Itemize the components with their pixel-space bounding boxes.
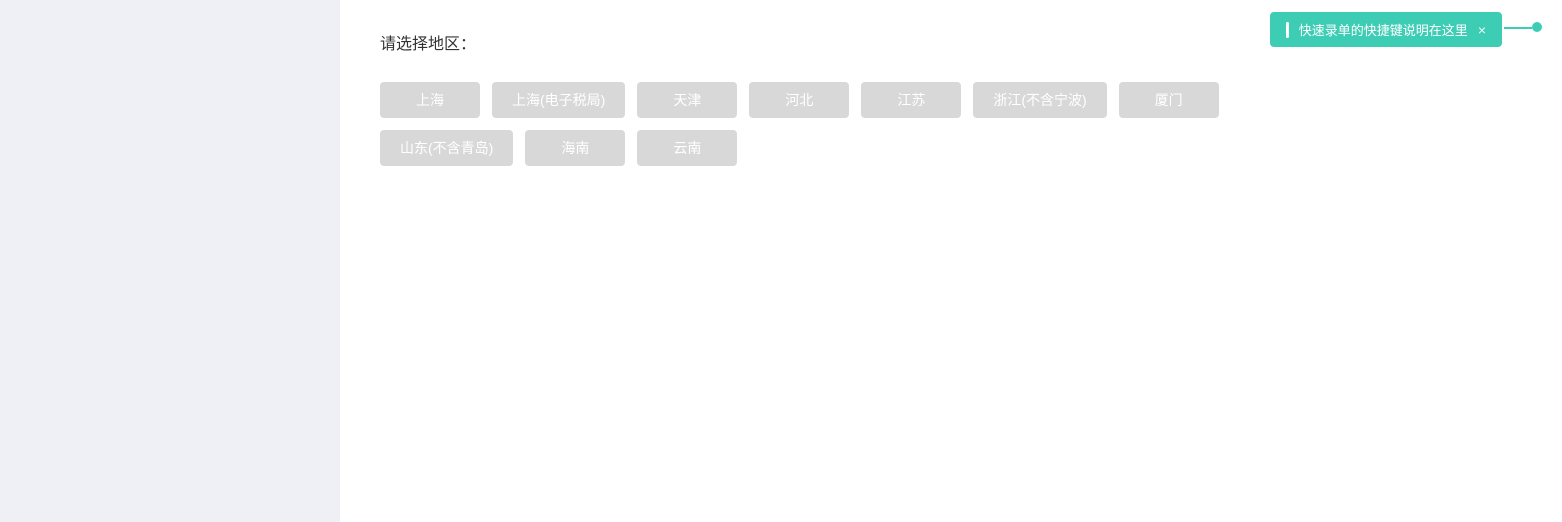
region-btn-zhejiang[interactable]: 浙江(不含宁波) (973, 82, 1106, 118)
tooltip-text: 快速录单的快捷键说明在这里 (1299, 20, 1468, 39)
main-content: 请选择地区： 上海 上海(电子税局) 天津 河北 江苏 浙江(不含宁波) 厦门 … (340, 0, 1562, 522)
tooltip-bar (1286, 22, 1289, 38)
sidebar (0, 0, 340, 522)
region-btn-shandong[interactable]: 山东(不含青岛) (380, 130, 513, 166)
region-btn-yunnan[interactable]: 云南 (637, 130, 737, 166)
region-btn-shanghai-etax[interactable]: 上海(电子税局) (492, 82, 625, 118)
region-btn-shanghai[interactable]: 上海 (380, 82, 480, 118)
tooltip-dot (1532, 22, 1542, 32)
close-icon[interactable]: × (1478, 23, 1486, 37)
region-btn-tianjin[interactable]: 天津 (637, 82, 737, 118)
region-btn-hebei[interactable]: 河北 (749, 82, 849, 118)
tooltip-connector-line (1504, 27, 1532, 29)
region-buttons-row2: 山东(不含青岛) 海南 云南 (380, 130, 1522, 166)
region-btn-jiangsu[interactable]: 江苏 (861, 82, 961, 118)
region-btn-xiamen[interactable]: 厦门 (1119, 82, 1219, 118)
region-buttons-row1: 上海 上海(电子税局) 天津 河北 江苏 浙江(不含宁波) 厦门 (380, 82, 1522, 118)
region-btn-hainan[interactable]: 海南 (525, 130, 625, 166)
tooltip-banner: 快速录单的快捷键说明在这里 × (1270, 12, 1502, 47)
